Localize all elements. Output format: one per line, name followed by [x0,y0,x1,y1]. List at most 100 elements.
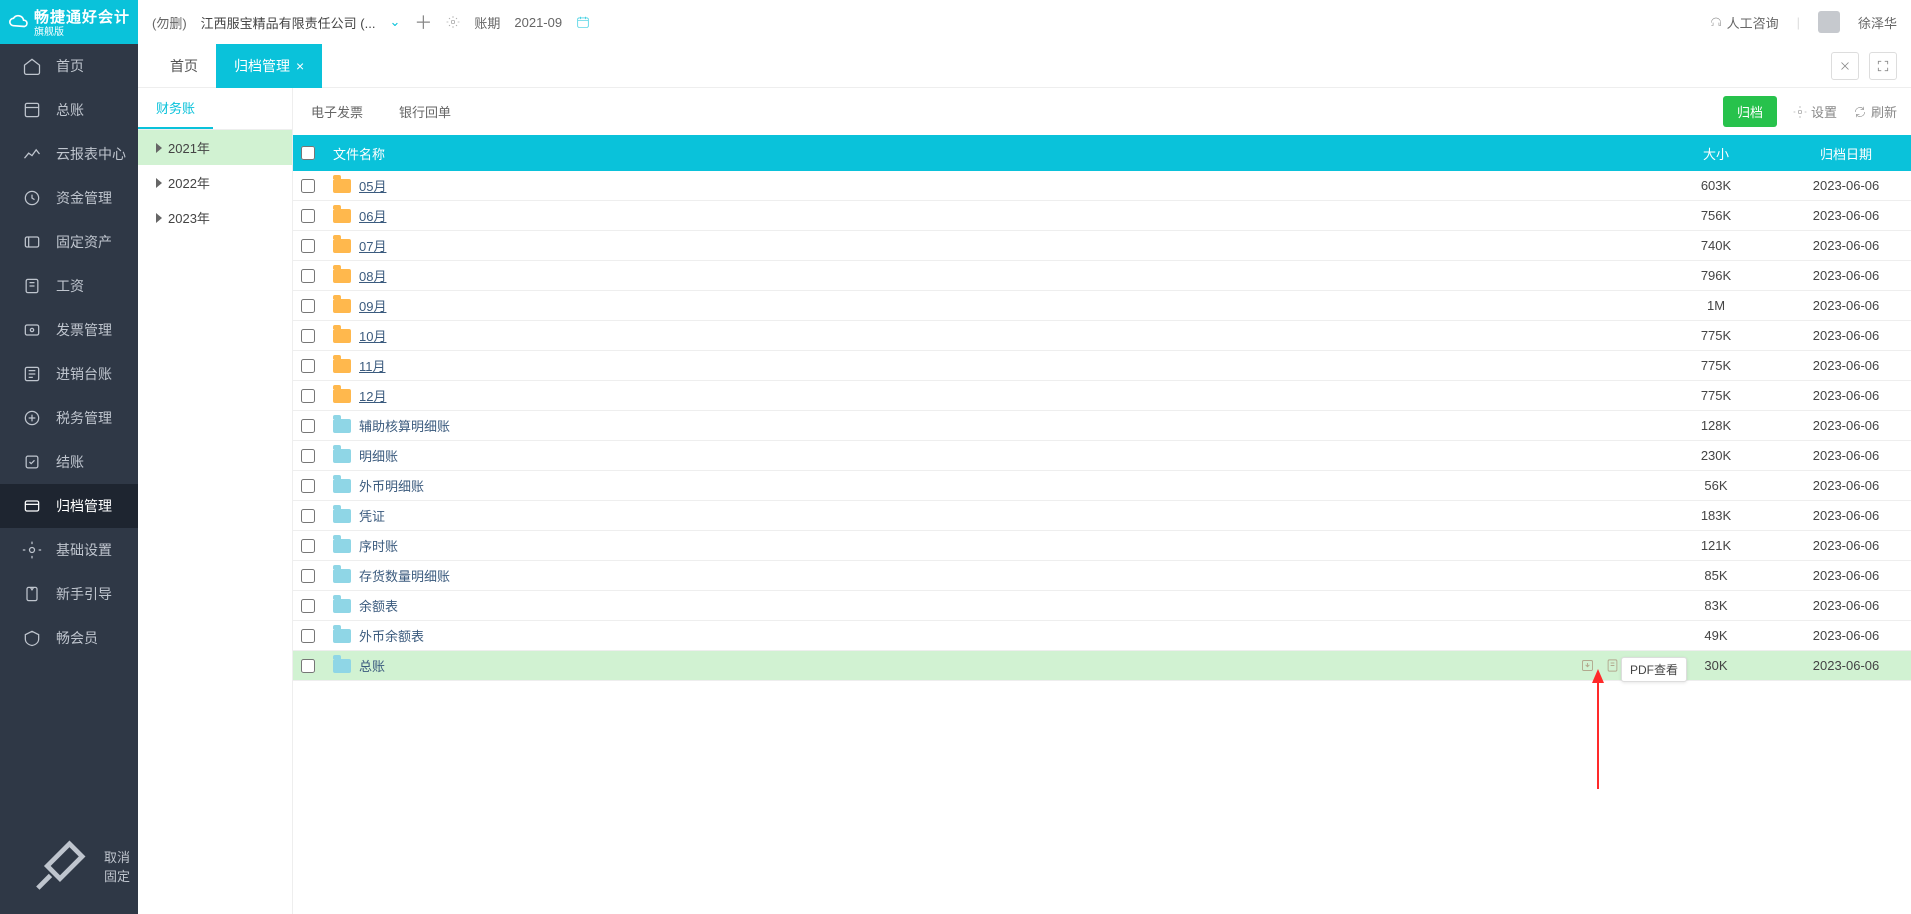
folder-link[interactable]: 07月 [359,236,386,255]
folder-link[interactable]: 08月 [359,266,386,285]
table-row[interactable]: 外币余额表49K2023-06-06 [293,621,1911,651]
username[interactable]: 徐泽华 [1858,13,1897,32]
table-row[interactable]: 余额表83K2023-06-06 [293,591,1911,621]
caret-icon [156,213,162,223]
table-row[interactable]: 存货数量明细账85K2023-06-06 [293,561,1911,591]
folder-icon [333,479,351,493]
fullscreen-button[interactable] [1869,52,1897,80]
year-item[interactable]: 2021年 [138,130,292,165]
table-row[interactable]: 凭证183K2023-06-06 [293,501,1911,531]
select-all-checkbox[interactable] [301,146,315,160]
caret-icon [156,143,162,153]
row-checkbox[interactable] [301,269,315,283]
sidebar-item-11[interactable]: 基础设置 [0,528,138,572]
table-row[interactable]: 12月775K2023-06-06 [293,381,1911,411]
folder-icon [333,449,351,463]
sidebar-item-0[interactable]: 首页 [0,44,138,88]
year-item[interactable]: 2023年 [138,200,292,235]
row-checkbox[interactable] [301,209,315,223]
subtab-einvoice[interactable]: 电子发票 [293,92,381,131]
sidebar-item-8[interactable]: 税务管理 [0,396,138,440]
folder-link[interactable]: 12月 [359,386,386,405]
folder-link[interactable]: 10月 [359,326,386,345]
table-row[interactable]: 06月756K2023-06-06 [293,201,1911,231]
sidebar-item-1[interactable]: 总账 [0,88,138,132]
row-checkbox[interactable] [301,329,315,343]
folder-link[interactable]: 11月 [359,356,386,375]
company-name[interactable]: 江西服宝精品有限责任公司 (... [201,13,376,32]
row-checkbox[interactable] [301,299,315,313]
folder-icon [333,269,351,283]
pdf-icon[interactable] [1605,658,1620,673]
folder-link[interactable]: 05月 [359,176,386,195]
tab-home[interactable]: 首页 [152,44,216,88]
company-prefix: (勿删) [152,13,187,32]
sidebar-item-7[interactable]: 进销台账 [0,352,138,396]
row-checkbox[interactable] [301,419,315,433]
sidebar-item-2[interactable]: 云报表中心 [0,132,138,176]
row-checkbox[interactable] [301,239,315,253]
settings-icon[interactable] [446,15,460,29]
table-row[interactable]: 明细账230K2023-06-06 [293,441,1911,471]
row-checkbox[interactable] [301,539,315,553]
sidebar-item-9[interactable]: 结账 [0,440,138,484]
folder-link[interactable]: 06月 [359,206,386,225]
row-checkbox[interactable] [301,449,315,463]
sidebar-item-12[interactable]: 新手引导 [0,572,138,616]
table-row[interactable]: 序时账121K2023-06-06 [293,531,1911,561]
row-size: 85K [1651,568,1781,583]
sidebar-item-13[interactable]: 畅会员 [0,616,138,660]
sidebar-item-3[interactable]: 资金管理 [0,176,138,220]
tab-archive[interactable]: 归档管理 × [216,44,322,88]
table-row[interactable]: 外币明细账56K2023-06-06 [293,471,1911,501]
folder-icon [333,359,351,373]
col-date: 归档日期 [1781,144,1911,163]
table-row[interactable]: 08月796K2023-06-06 [293,261,1911,291]
sidebar-item-6[interactable]: 发票管理 [0,308,138,352]
table-row[interactable]: 10月775K2023-06-06 [293,321,1911,351]
avatar[interactable] [1818,11,1840,33]
topbar: (勿删) 江西服宝精品有限责任公司 (... ⌄ ＋ 账期 2021-09 人工… [138,0,1911,44]
folder-icon [333,569,351,583]
sidebar-item-4[interactable]: 固定资产 [0,220,138,264]
sidebar-item-10[interactable]: 归档管理 [0,484,138,528]
row-checkbox[interactable] [301,359,315,373]
folder-link[interactable]: 09月 [359,296,386,315]
settings-button[interactable]: 设置 [1793,102,1837,121]
row-size: 56K [1651,478,1781,493]
sidebar-item-5[interactable]: 工资 [0,264,138,308]
table-row[interactable]: 05月603K2023-06-06 [293,171,1911,201]
company-chevron-icon[interactable]: ⌄ [389,14,400,30]
subtab-finance[interactable]: 财务账 [138,88,213,129]
row-checkbox[interactable] [301,389,315,403]
plus-icon[interactable]: ＋ [414,9,432,35]
row-date: 2023-06-06 [1781,418,1911,433]
row-checkbox[interactable] [301,599,315,613]
row-date: 2023-06-06 [1781,628,1911,643]
consult-link[interactable]: 人工咨询 [1709,13,1779,32]
row-checkbox[interactable] [301,479,315,493]
row-checkbox[interactable] [301,629,315,643]
table-row[interactable]: 09月1M2023-06-06 [293,291,1911,321]
year-item[interactable]: 2022年 [138,165,292,200]
close-button[interactable] [1831,52,1859,80]
table-row[interactable]: 11月775K2023-06-06 [293,351,1911,381]
sidebar-icon [22,628,42,648]
unpin-button[interactable]: 取消固定 [0,818,138,914]
folder-icon [333,539,351,553]
download-icon[interactable] [1580,658,1595,673]
row-checkbox[interactable] [301,569,315,583]
calendar-icon[interactable] [576,15,590,29]
tab-close-icon[interactable]: × [296,58,304,74]
headset-icon [1709,15,1723,29]
refresh-button[interactable]: 刷新 [1853,102,1897,121]
period-value[interactable]: 2021-09 [514,15,562,30]
subtab-bank[interactable]: 银行回单 [381,92,469,131]
row-checkbox[interactable] [301,509,315,523]
folder-icon [333,209,351,223]
row-checkbox[interactable] [301,659,315,673]
archive-button[interactable]: 归档 [1723,96,1777,127]
row-checkbox[interactable] [301,179,315,193]
table-row[interactable]: 07月740K2023-06-06 [293,231,1911,261]
table-row[interactable]: 辅助核算明细账128K2023-06-06 [293,411,1911,441]
